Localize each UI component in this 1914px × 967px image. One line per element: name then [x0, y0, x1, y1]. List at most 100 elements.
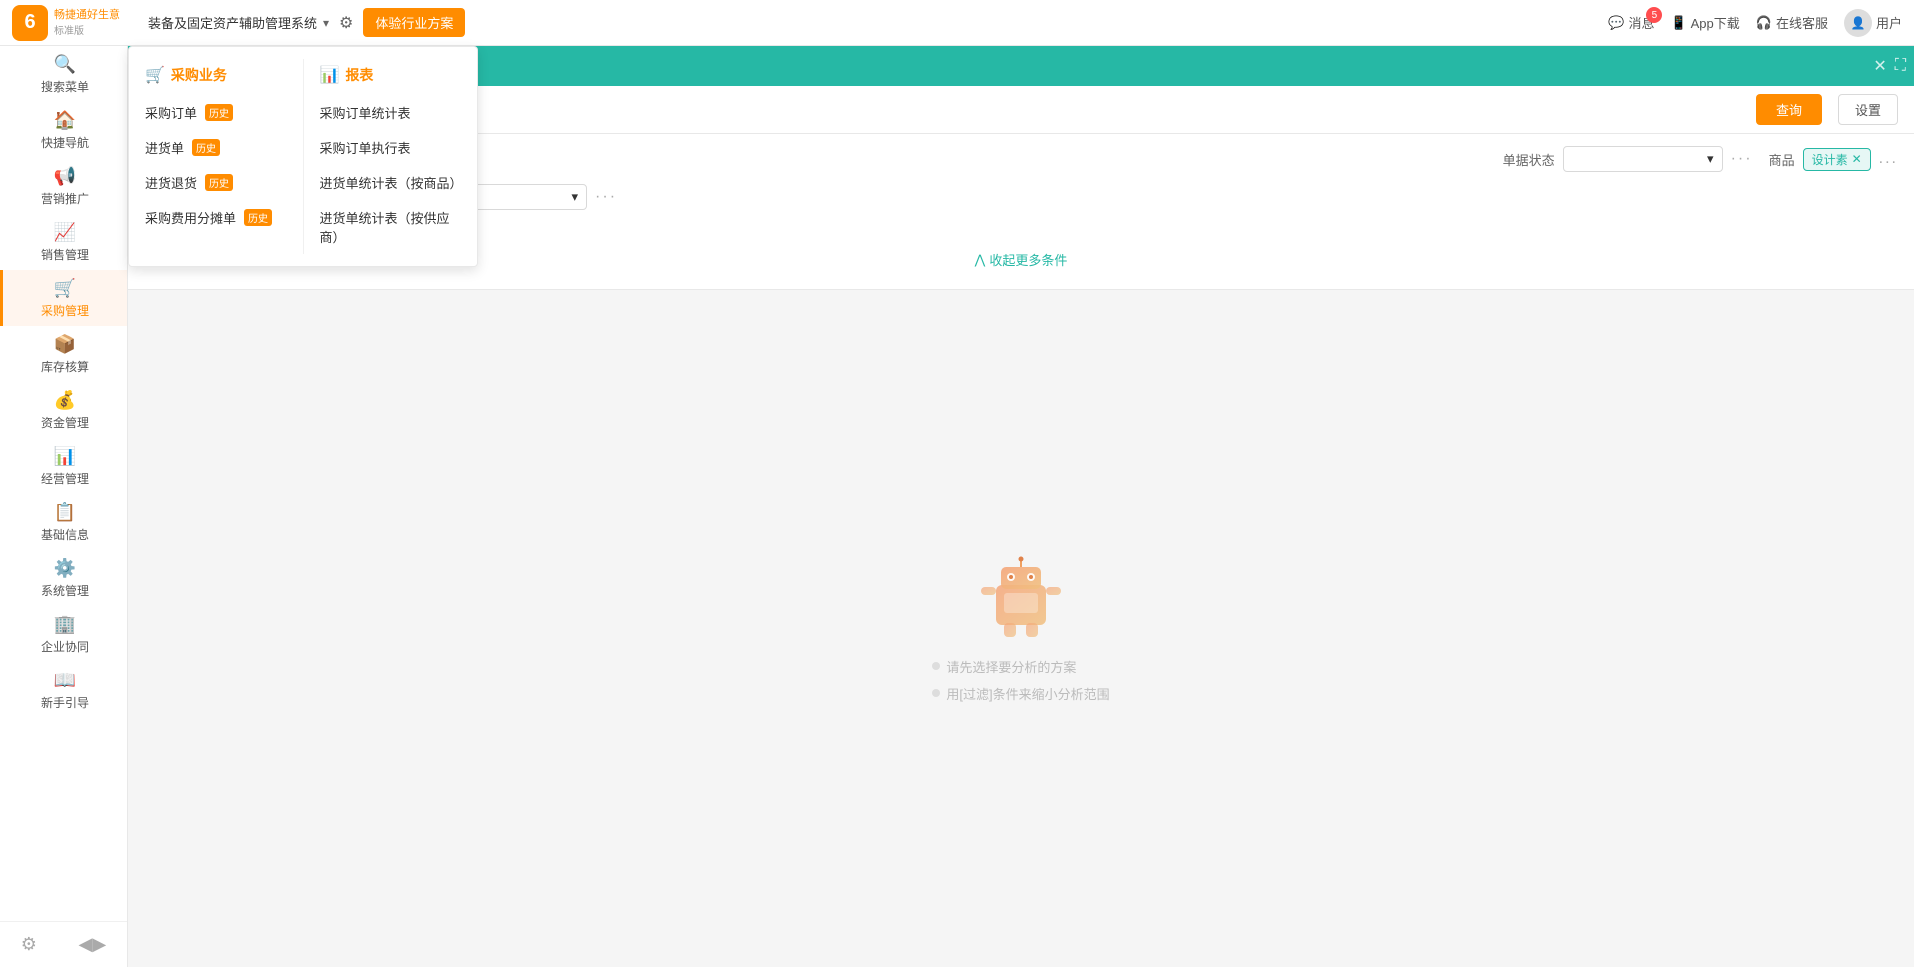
logo-text: 畅捷通好生意	[54, 8, 120, 22]
message-button[interactable]: 💬 消息 5	[1608, 13, 1654, 32]
status-more-dots: ···	[1731, 150, 1753, 168]
menu-item-purchase-order-stats[interactable]: 采购订单统计表	[304, 95, 478, 130]
collapse-button[interactable]: ⋀ 收起更多条件	[975, 250, 1068, 269]
sidebar-item-inventory-label: 库存核算	[41, 358, 89, 375]
menu-item-goods-return[interactable]: 进货退货 历史	[129, 165, 303, 200]
menu-item-purchase-order[interactable]: 采购订单 历史	[129, 95, 303, 130]
menu-item-purchase-expense[interactable]: 采购费用分摊单 历史	[129, 200, 303, 235]
guide-icon: 📖	[54, 670, 76, 691]
report-section: 📊 报表 采购订单统计表 采购订单执行表 进货单统计表（按商品） 进货单统计表（…	[304, 47, 478, 266]
logo-area: 6 畅捷通好生意 标准版	[12, 5, 140, 41]
empty-robot-illustration	[971, 555, 1071, 645]
inventory-icon: 📦	[54, 334, 76, 355]
sidebar-item-finance-label: 资金管理	[41, 414, 89, 431]
menu-item-goods-receipt-label: 进货单	[145, 138, 184, 157]
menu-item-purchase-order-exec-label: 采购订单执行表	[320, 138, 411, 157]
sidebar-item-quick[interactable]: 🏠 快捷导航	[0, 102, 127, 158]
menu-item-goods-stats-by-supplier-label: 进货单统计表（按供应商）	[320, 208, 462, 246]
purchase-section-title-text: 采购业务	[171, 65, 227, 85]
search-icon: 🔍	[54, 54, 76, 75]
user-button[interactable]: 👤 用户	[1844, 9, 1902, 37]
sidebar-item-inventory[interactable]: 📦 库存核算	[0, 326, 127, 382]
sidebar-item-system[interactable]: ⚙️ 系统管理	[0, 550, 127, 606]
sidebar-item-base[interactable]: 📋 基础信息	[0, 494, 127, 550]
menu-item-purchase-order-label: 采购订单	[145, 103, 197, 122]
base-icon: 📋	[54, 502, 76, 523]
sidebar-item-purchase-label: 采购管理	[41, 302, 89, 319]
logo-text-group: 畅捷通好生意 标准版	[54, 8, 120, 37]
sidebar-settings-button[interactable]: ⚙	[21, 934, 37, 955]
sidebar-item-system-label: 系统管理	[41, 582, 89, 599]
service-label: 在线客服	[1776, 13, 1828, 32]
sidebar-item-corp[interactable]: 🏢 企业协同	[0, 606, 127, 662]
report-section-title: 📊 报表	[304, 59, 478, 95]
menu-item-goods-return-label: 进货退货	[145, 173, 197, 192]
corp-icon: 🏢	[54, 614, 76, 635]
goods-tag-close[interactable]: ✕	[1852, 152, 1862, 166]
sidebar-item-guide[interactable]: 📖 新手引导	[0, 662, 127, 718]
app-download-button[interactable]: 📱 App下载	[1670, 13, 1739, 32]
sidebar-item-finance[interactable]: 💰 资金管理	[0, 382, 127, 438]
empty-text-item-2: 用[过滤]条件来缩小分析范围	[932, 684, 1109, 703]
gear-button[interactable]: ⚙	[339, 13, 353, 33]
system-title-area: 装备及固定资产辅助管理系统 ▾ ⚙	[148, 13, 353, 33]
tab-close-all-icon[interactable]: ✕	[1873, 56, 1886, 76]
goods-tag-text: 设计素	[1812, 151, 1848, 168]
logo-icon: 6	[12, 5, 48, 41]
salesperson-more-dots: ···	[595, 188, 617, 206]
collapse-icon: ⋀	[975, 252, 986, 268]
sidebar-item-corp-label: 企业协同	[41, 638, 89, 655]
message-badge: 5	[1646, 7, 1662, 23]
settings-button[interactable]: 设置	[1838, 94, 1898, 125]
online-service-button[interactable]: 🎧 在线客服	[1756, 13, 1828, 32]
system-dropdown-button[interactable]: ▾	[323, 16, 329, 30]
industry-button[interactable]: 体验行业方案	[363, 8, 465, 37]
marketing-icon: 📢	[54, 166, 76, 187]
top-bar: 6 畅捷通好生意 标准版 装备及固定资产辅助管理系统 ▾ ⚙ 体验行业方案 💬 …	[0, 0, 1914, 46]
goods-more-dots: ...	[1879, 150, 1898, 168]
sales-icon: 📈	[54, 222, 76, 243]
phone-icon: 📱	[1670, 15, 1686, 31]
sidebar-item-sales[interactable]: 📈 销售管理	[0, 214, 127, 270]
sidebar-item-operation-label: 经营管理	[41, 470, 89, 487]
empty-state: 请先选择要分析的方案 用[过滤]条件来缩小分析范围	[128, 290, 1914, 967]
history-badge-4: 历史	[244, 209, 272, 226]
menu-item-goods-stats-by-product[interactable]: 进货单统计表（按商品）	[304, 165, 478, 200]
logo-badge: 标准版	[54, 22, 120, 37]
menu-item-purchase-expense-label: 采购费用分摊单	[145, 208, 236, 227]
sidebar-item-marketing-label: 营销推广	[41, 190, 89, 207]
sidebar-item-purchase[interactable]: 🛒 采购管理	[0, 270, 127, 326]
sidebar: 🔍 搜索菜单 🏠 快捷导航 📢 营销推广 📈 销售管理 🛒 采购管理 📦	[0, 46, 128, 967]
sidebar-item-quick-label: 快捷导航	[41, 134, 89, 151]
home-icon: 🏠	[54, 110, 76, 131]
empty-dot-2	[932, 689, 940, 697]
sidebar-item-sales-label: 销售管理	[41, 246, 89, 263]
status-select[interactable]: ▾	[1563, 146, 1723, 172]
top-right-area: 💬 消息 5 📱 App下载 🎧 在线客服 👤 用户	[1608, 9, 1902, 37]
sidebar-item-search[interactable]: 🔍 搜索菜单	[0, 46, 127, 102]
tab-fullscreen-icon[interactable]: ⛶	[1895, 57, 1906, 75]
goods-label: 商品	[1769, 150, 1795, 169]
sidebar-item-operation[interactable]: 📊 经营管理	[0, 438, 127, 494]
sidebar-collapse-button[interactable]: ◀▶	[79, 934, 107, 955]
status-label: 单据状态	[1503, 150, 1555, 169]
empty-line1: 请先选择要分析的方案	[946, 657, 1076, 676]
empty-line2: 用[过滤]条件来缩小分析范围	[946, 684, 1109, 703]
headset-icon: 🎧	[1756, 15, 1772, 31]
empty-text-item-1: 请先选择要分析的方案	[932, 657, 1109, 676]
purchase-section-icon: 🛒	[145, 65, 165, 85]
query-button[interactable]: 查询	[1756, 94, 1822, 125]
sidebar-bottom: ⚙ ◀▶	[0, 921, 127, 967]
purchase-section-title: 🛒 采购业务	[129, 59, 303, 95]
purchase-dropdown-menu: 🛒 采购业务 采购订单 历史 进货单 历史 进货退货 历史 采购费用分摊单 历史	[128, 46, 478, 267]
tab-bar-right: ✕ ⛶	[1873, 56, 1914, 76]
goods-tag: 设计素 ✕	[1803, 148, 1871, 171]
report-section-title-text: 报表	[345, 65, 373, 85]
sidebar-item-base-label: 基础信息	[41, 526, 89, 543]
menu-item-goods-receipt[interactable]: 进货单 历史	[129, 130, 303, 165]
menu-item-goods-stats-by-supplier[interactable]: 进货单统计表（按供应商）	[304, 200, 478, 254]
menu-item-purchase-order-exec[interactable]: 采购订单执行表	[304, 130, 478, 165]
sidebar-item-marketing[interactable]: 📢 营销推广	[0, 158, 127, 214]
sidebar-item-search-label: 搜索菜单	[41, 78, 89, 95]
history-badge-3: 历史	[205, 174, 233, 191]
